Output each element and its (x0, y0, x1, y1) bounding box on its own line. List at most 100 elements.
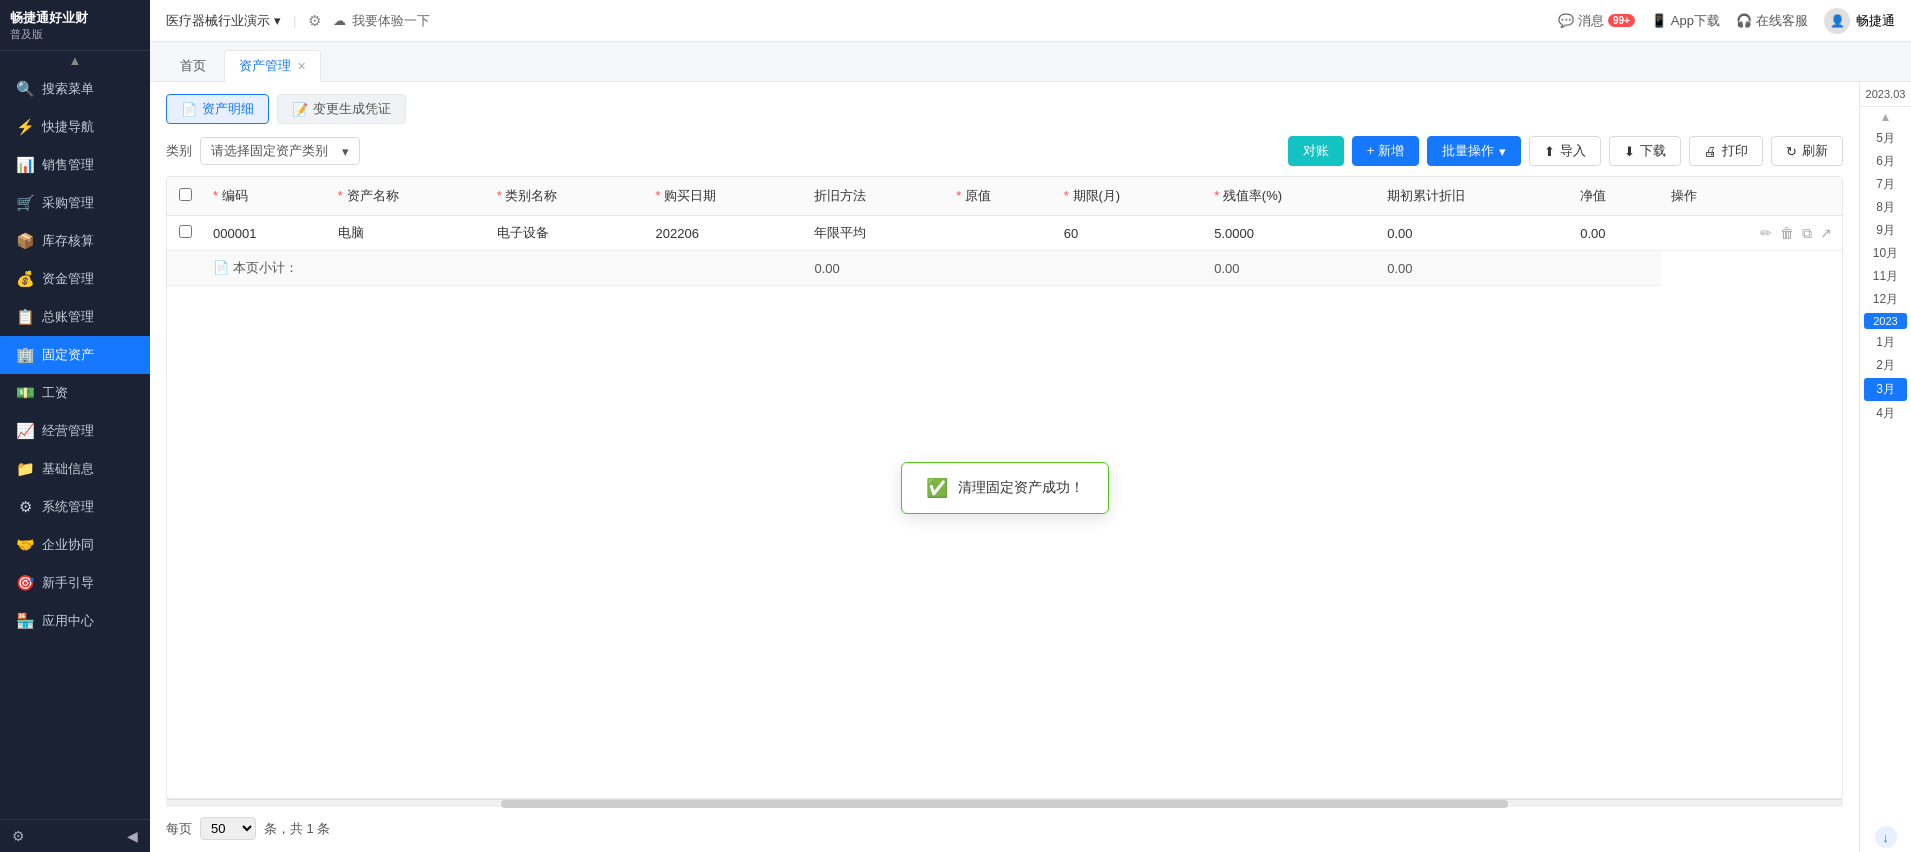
messages-label: 消息 (1578, 12, 1604, 30)
subtabs: 📄资产明细 📝变更生成凭证 (166, 94, 1843, 124)
sidebar-item-apps[interactable]: 🏪应用中心 (0, 602, 150, 640)
cell-depreciation_method: 年限平均 (804, 216, 946, 251)
sidebar-item-corp[interactable]: 🤝企业协同 (0, 526, 150, 564)
guide-icon: 🎯 (16, 574, 34, 592)
print-button[interactable]: 🖨 打印 (1689, 136, 1763, 166)
horizontal-scrollbar[interactable] (166, 799, 1843, 807)
timeline-month-12月[interactable]: 12月 (1860, 288, 1911, 311)
refresh-icon: ↻ (1786, 144, 1797, 159)
cell-name: 电脑 (328, 216, 487, 251)
timeline-month-2月[interactable]: 2月 (1860, 354, 1911, 377)
timeline-month-6月[interactable]: 6月 (1860, 150, 1911, 173)
timeline-up-arrow[interactable]: ▲ (1860, 107, 1911, 127)
sidebar-item-sales[interactable]: 📊销售管理 (0, 146, 150, 184)
message-badge: 99+ (1608, 14, 1635, 27)
edit-icon[interactable]: ✏ (1760, 225, 1772, 242)
app-logo: 畅捷通好业财 普及版 (0, 0, 150, 51)
cell-period: 60 (1054, 216, 1204, 251)
delete-icon[interactable]: 🗑 (1780, 225, 1794, 242)
sidebar-item-salary[interactable]: 💵 工资 (0, 374, 150, 412)
timeline-month-8月[interactable]: 8月 (1860, 196, 1911, 219)
col-header-name: * 资产名称 (328, 177, 487, 216)
print-label: 打印 (1722, 142, 1748, 160)
timeline-month-9月[interactable]: 9月 (1860, 219, 1911, 242)
batch-label: 批量操作 (1442, 142, 1494, 160)
sidebar-item-stock[interactable]: 📦库存核算 (0, 222, 150, 260)
messages-btn[interactable]: 💬 消息 99+ (1558, 12, 1635, 30)
company-selector[interactable]: 医疗器械行业演示 ▾ (166, 12, 281, 30)
cell-code: 000001 (203, 216, 328, 251)
experience-btn[interactable]: ☁ 我要体验一下 (333, 12, 430, 30)
subtab-detail[interactable]: 📄资产明细 (166, 94, 269, 124)
batch-button[interactable]: 批量操作 ▾ (1427, 136, 1521, 166)
sidebar-scroll-up[interactable]: ▲ (0, 51, 150, 70)
sidebar-item-operation[interactable]: 📈经营管理 (0, 412, 150, 450)
download-icon: ⬇ (1624, 144, 1635, 159)
sidebar-item-ledger[interactable]: 📋总账管理 (0, 298, 150, 336)
timeline-month-4月[interactable]: 4月 (1860, 402, 1911, 425)
tab-home[interactable]: 首页 (166, 51, 220, 81)
timeline-month-3月[interactable]: 3月 (1864, 378, 1907, 401)
category-filter[interactable]: 请选择固定资产类别 ▾ (200, 137, 360, 165)
online-support-btn[interactable]: 🎧 在线客服 (1736, 12, 1808, 30)
col-header-check (167, 177, 203, 216)
ledger-icon: 📋 (16, 308, 34, 326)
filter-dropdown-icon: ▾ (342, 144, 349, 159)
row-checkbox[interactable] (179, 225, 192, 238)
separator: | (293, 13, 296, 28)
sidebar-item-system[interactable]: ⚙系统管理 (0, 488, 150, 526)
sidebar-item-quicknav[interactable]: ⚡快捷导航 (0, 108, 150, 146)
cell-accumulated_depreciation: 0.00 (1377, 216, 1570, 251)
subtab-voucher[interactable]: 📝变更生成凭证 (277, 94, 406, 124)
timeline-month-7月[interactable]: 7月 (1860, 173, 1911, 196)
per-page-select[interactable]: 50 100 200 (200, 817, 256, 840)
sidebar-item-basic[interactable]: 📁基础信息 (0, 450, 150, 488)
cell-purchase_date: 202206 (646, 216, 805, 251)
import-button[interactable]: ⬆ 导入 (1529, 136, 1601, 166)
timeline-month-1月[interactable]: 1月 (1860, 331, 1911, 354)
reconcile-button[interactable]: 对账 (1288, 136, 1344, 166)
sidebar-item-fund[interactable]: 💰资金管理 (0, 260, 150, 298)
copy-icon[interactable]: ⧉ (1802, 225, 1812, 242)
more-icon[interactable]: ↗ (1820, 225, 1832, 242)
timeline-month-5月[interactable]: 5月 (1860, 127, 1911, 150)
select-all-checkbox[interactable] (179, 188, 192, 201)
scrollbar-thumb[interactable] (501, 800, 1507, 808)
app-download-label: App下载 (1671, 12, 1720, 30)
sidebar-item-label: 新手引导 (42, 574, 94, 592)
per-page-label: 每页 (166, 820, 192, 838)
timeline-header: 2023.03 (1860, 82, 1911, 107)
logo-main: 畅捷通好业财 (10, 10, 140, 27)
page-main: 📄资产明细📝变更生成凭证 类别 请选择固定资产类别 ▾ 对账 + 新增 批量操作… (150, 82, 1859, 852)
salary-icon: 💵 (16, 384, 34, 402)
col-header-net_value: 净值 (1570, 177, 1661, 216)
collapse-icon[interactable]: ◀ (127, 828, 138, 844)
sidebar-item-fixedasset[interactable]: 🏢固定资产 (0, 336, 150, 374)
refresh-button[interactable]: ↻ 刷新 (1771, 136, 1843, 166)
timeline-scroll[interactable]: 5月6月7月8月9月10月11月12月20231月2月3月4月 (1860, 127, 1911, 822)
new-button[interactable]: + 新增 (1352, 136, 1419, 166)
download-button[interactable]: ⬇ 下载 (1609, 136, 1681, 166)
sidebar-item-purchase[interactable]: 🛒采购管理 (0, 184, 150, 222)
print-icon: 🖨 (1704, 144, 1717, 159)
col-header-accumulated_depreciation: 期初累计折旧 (1377, 177, 1570, 216)
app-download-btn[interactable]: 📱 App下载 (1651, 12, 1720, 30)
sidebar-item-label: 工资 (42, 384, 68, 402)
sidebar-item-search[interactable]: 🔍搜索菜单 (0, 70, 150, 108)
sidebar-item-label: 企业协同 (42, 536, 94, 554)
settings-gear-icon[interactable]: ⚙ (308, 12, 321, 30)
import-label: 导入 (1560, 142, 1586, 160)
tab-close-icon[interactable]: ✕ (297, 60, 306, 73)
company-name: 医疗器械行业演示 (166, 12, 270, 30)
stock-icon: 📦 (16, 232, 34, 250)
settings-icon[interactable]: ⚙ (12, 828, 25, 844)
timeline-month-10月[interactable]: 10月 (1860, 242, 1911, 265)
user-menu[interactable]: 👤 畅捷通 (1824, 8, 1895, 34)
tab-asset[interactable]: 资产管理✕ (224, 50, 321, 82)
topbar-right: 💬 消息 99+ 📱 App下载 🎧 在线客服 👤 畅捷通 (1558, 8, 1895, 34)
purchase-icon: 🛒 (16, 194, 34, 212)
timeline-month-11月[interactable]: 11月 (1860, 265, 1911, 288)
timeline-down-btn[interactable]: ↓ (1875, 826, 1897, 848)
sidebar-item-guide[interactable]: 🎯 新手引导 (0, 564, 150, 602)
voucher-icon: 📝 (292, 102, 308, 117)
